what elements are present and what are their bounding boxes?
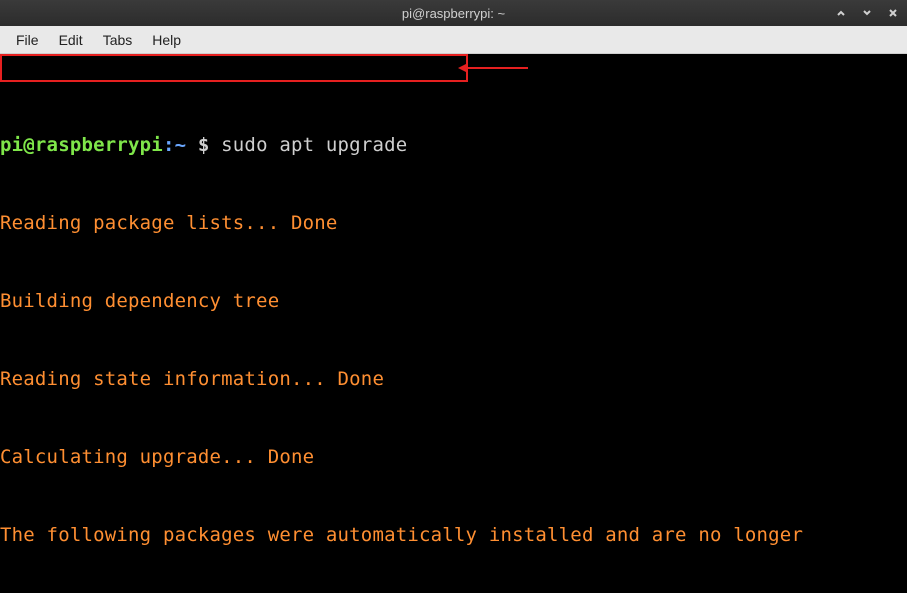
menu-tabs[interactable]: Tabs	[93, 28, 143, 52]
prompt-sigil: $	[198, 134, 210, 156]
window-controls	[833, 0, 901, 26]
prompt-line-1: pi@raspberrypi:~ $ sudo apt upgrade	[0, 132, 907, 158]
output-line: Reading package lists... Done	[0, 210, 907, 236]
close-icon[interactable]	[885, 5, 901, 21]
menubar: File Edit Tabs Help	[0, 26, 907, 54]
window-titlebar: pi@raspberrypi: ~	[0, 0, 907, 26]
output-line: Reading state information... Done	[0, 366, 907, 392]
menu-help[interactable]: Help	[142, 28, 191, 52]
menu-edit[interactable]: Edit	[49, 28, 93, 52]
window-title: pi@raspberrypi: ~	[402, 6, 505, 21]
annotation-arrow	[468, 63, 528, 73]
output-line: Building dependency tree	[0, 288, 907, 314]
annotation-box	[0, 54, 468, 82]
prompt-userhost: pi@raspberrypi	[0, 134, 163, 156]
output-line: Calculating upgrade... Done	[0, 444, 907, 470]
minimize-icon[interactable]	[833, 5, 849, 21]
prompt-path: ~	[175, 134, 187, 156]
command-text: sudo apt upgrade	[221, 134, 407, 156]
maximize-icon[interactable]	[859, 5, 875, 21]
output-line: The following packages were automaticall…	[0, 522, 907, 548]
terminal[interactable]: pi@raspberrypi:~ $ sudo apt upgrade Read…	[0, 54, 907, 593]
menu-file[interactable]: File	[6, 28, 49, 52]
prompt-sep: :	[163, 134, 175, 156]
